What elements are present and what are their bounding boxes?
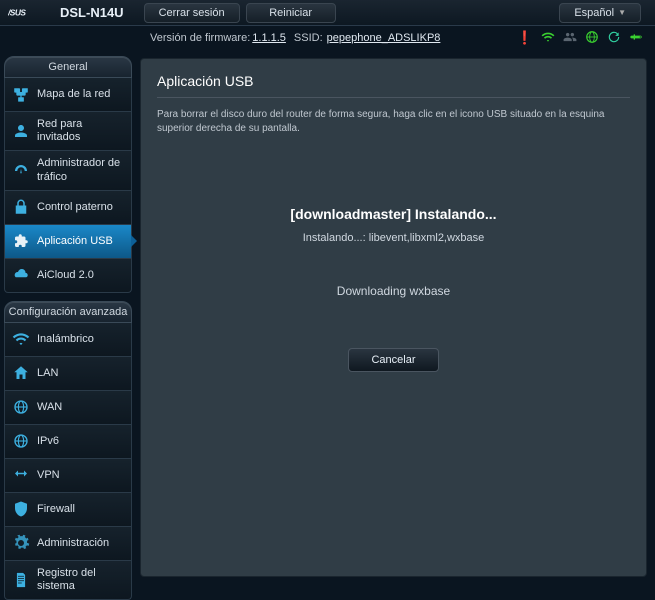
sidebar-item-label: Firewall	[37, 503, 75, 516]
puzzle-icon	[11, 231, 31, 251]
sidebar-item-label: LAN	[37, 367, 58, 380]
sidebar-header-advanced: Configuración avanzada	[4, 301, 132, 323]
info-bar: Versión de firmware: 1.1.1.5 SSID: pepep…	[0, 26, 655, 50]
sidebar-item-wireless[interactable]: Inalámbrico	[4, 323, 132, 357]
sidebar-item-label: IPv6	[37, 435, 59, 448]
globe-icon	[11, 431, 31, 451]
page-description: Para borrar el disco duro del router de …	[157, 108, 630, 136]
install-packages: Instalando...: libevent,libxml2,wxbase	[157, 232, 630, 244]
firmware-label: Versión de firmware:	[150, 32, 250, 44]
cancel-button[interactable]: Cancelar	[348, 348, 438, 372]
group-icon[interactable]	[563, 30, 577, 47]
gear-icon	[11, 533, 31, 553]
cloud-icon	[11, 265, 31, 285]
sidebar-item-guest-network[interactable]: Red para invitados	[4, 112, 132, 151]
lock-icon	[11, 197, 31, 217]
sidebar-item-label: Administrador de tráfico	[37, 157, 125, 183]
wifi-icon[interactable]	[541, 30, 555, 47]
brand-logo: /SUS	[8, 6, 50, 20]
install-title: [downloadmaster] Instalando...	[157, 206, 630, 222]
install-status: Downloading wxbase	[157, 284, 630, 298]
sidebar-item-label: Inalámbrico	[37, 333, 94, 346]
sidebar-item-label: Red para invitados	[37, 118, 125, 144]
page-title: Aplicación USB	[157, 73, 630, 89]
top-header: /SUS DSL-N14U Cerrar sesión Reiniciar Es…	[0, 0, 655, 26]
sidebar-item-administration[interactable]: Administración	[4, 527, 132, 561]
sidebar-item-label: Registro del sistema	[37, 567, 125, 593]
sidebar-item-usb-application[interactable]: Aplicación USB	[4, 225, 132, 259]
language-label: Español	[574, 7, 614, 19]
model-name: DSL-N14U	[60, 5, 124, 20]
globe-icon[interactable]	[585, 30, 599, 47]
home-icon	[11, 363, 31, 383]
sitemap-icon	[11, 85, 31, 105]
sidebar-item-parental-control[interactable]: Control paterno	[4, 191, 132, 225]
sidebar-item-wan[interactable]: WAN	[4, 391, 132, 425]
shield-icon	[11, 499, 31, 519]
sidebar: General Mapa de la red Red para invitado…	[0, 50, 136, 585]
sidebar-item-vpn[interactable]: VPN	[4, 459, 132, 493]
logout-button[interactable]: Cerrar sesión	[144, 3, 240, 23]
main-layout: General Mapa de la red Red para invitado…	[0, 50, 655, 585]
sidebar-item-label: Administración	[37, 537, 109, 550]
reboot-button[interactable]: Reiniciar	[246, 3, 336, 23]
sidebar-header-general: General	[4, 56, 132, 78]
sidebar-item-ipv6[interactable]: IPv6	[4, 425, 132, 459]
firmware-version-link[interactable]: 1.1.1.5	[252, 32, 286, 44]
wifi-icon	[11, 329, 31, 349]
main-panel: Aplicación USB Para borrar el disco duro…	[140, 58, 647, 577]
sidebar-item-label: AiCloud 2.0	[37, 269, 94, 282]
sidebar-item-network-map[interactable]: Mapa de la red	[4, 78, 132, 112]
warning-icon[interactable]: ❗	[517, 30, 533, 46]
content-area: Aplicación USB Para borrar el disco duro…	[136, 50, 655, 585]
sidebar-item-label: Control paterno	[37, 201, 113, 214]
refresh-icon[interactable]	[607, 30, 621, 47]
install-progress-block: [downloadmaster] Instalando... Instaland…	[157, 206, 630, 372]
language-dropdown[interactable]: Español ▼	[559, 3, 641, 23]
sidebar-item-label: Mapa de la red	[37, 88, 110, 101]
sidebar-item-lan[interactable]: LAN	[4, 357, 132, 391]
document-icon	[11, 570, 31, 590]
sidebar-item-firewall[interactable]: Firewall	[4, 493, 132, 527]
svg-text:/SUS: /SUS	[8, 7, 26, 17]
divider	[157, 97, 630, 98]
users-icon	[11, 121, 31, 141]
status-icons: ❗	[517, 30, 645, 47]
globe-icon	[11, 397, 31, 417]
ssid-label: SSID:	[294, 32, 323, 44]
sidebar-item-label: WAN	[37, 401, 62, 414]
sidebar-item-label: Aplicación USB	[37, 235, 113, 248]
sidebar-item-aicloud[interactable]: AiCloud 2.0	[4, 259, 132, 293]
usb-icon[interactable]	[629, 30, 645, 47]
sidebar-item-system-log[interactable]: Registro del sistema	[4, 561, 132, 600]
ssid-value-link[interactable]: pepephone_ADSLIKP8	[327, 32, 441, 44]
tunnel-icon	[11, 465, 31, 485]
sidebar-item-label: VPN	[37, 469, 60, 482]
sidebar-item-traffic-manager[interactable]: Administrador de tráfico	[4, 151, 132, 190]
gauge-icon	[11, 161, 31, 181]
chevron-down-icon: ▼	[618, 8, 626, 17]
